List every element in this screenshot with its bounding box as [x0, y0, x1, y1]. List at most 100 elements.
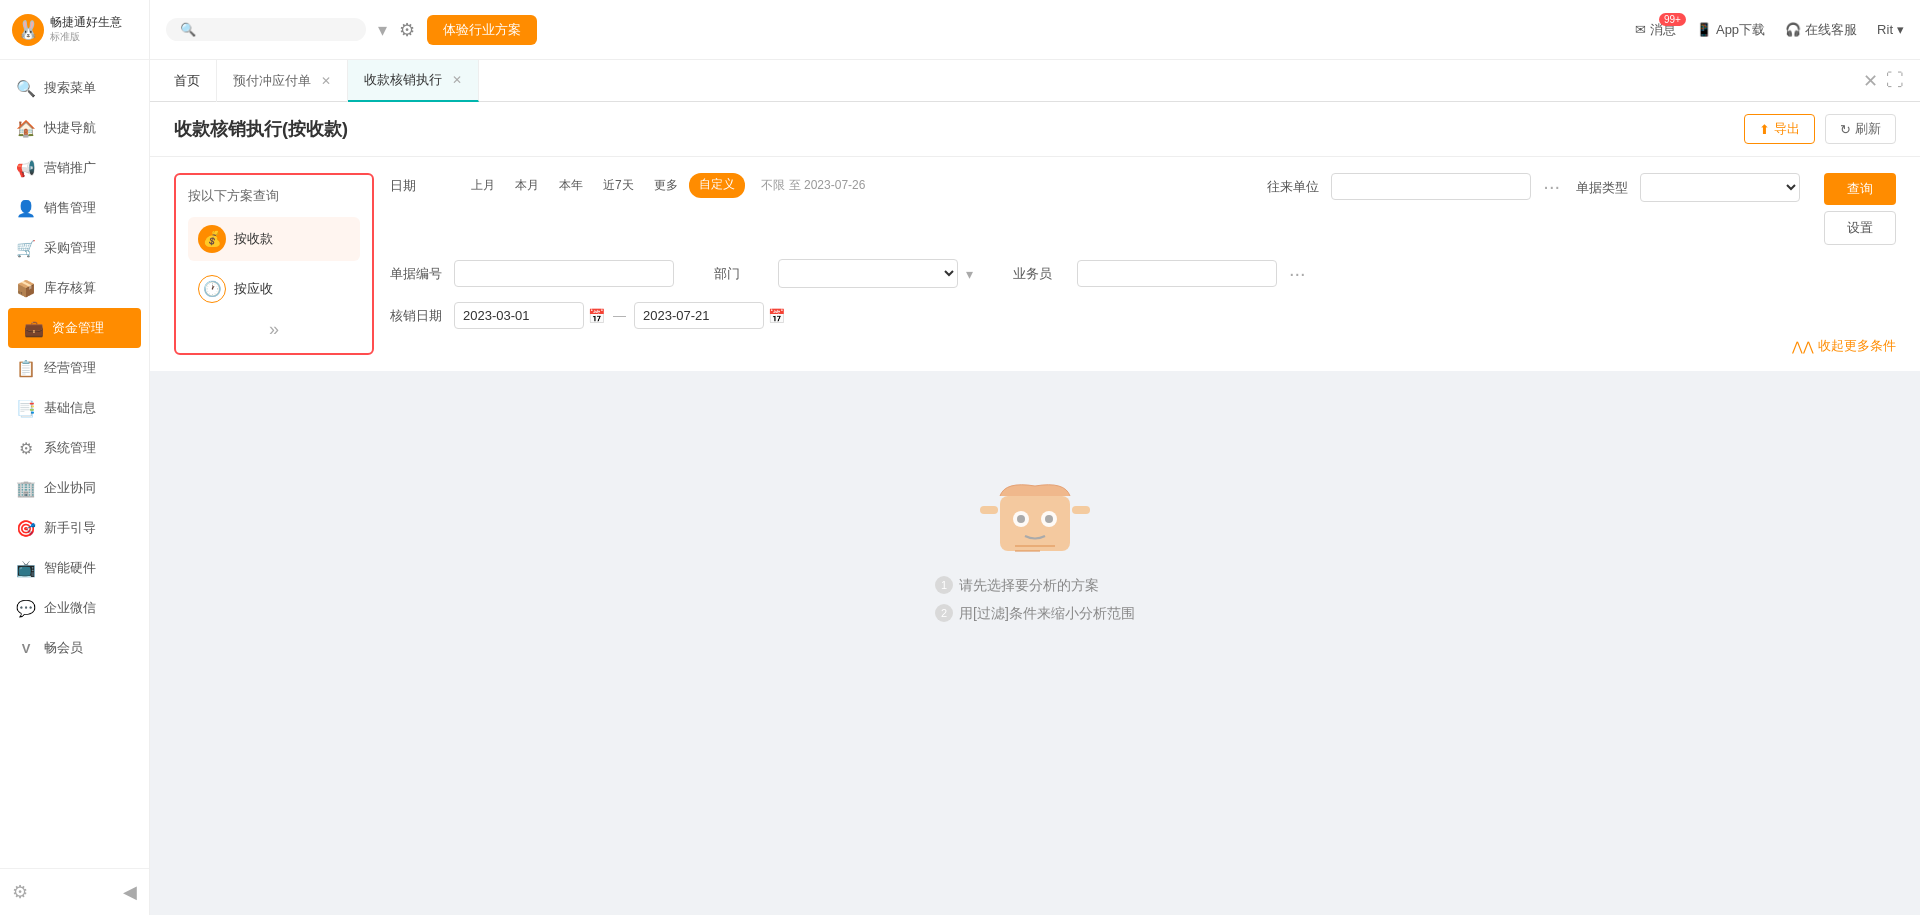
empty-tip-1: 1 请先选择要分析的方案 [935, 571, 1135, 599]
refresh-button[interactable]: ↻ 刷新 [1825, 114, 1896, 144]
tip-text-2: 用[过滤]条件来缩小分析范围 [959, 599, 1135, 627]
tab-collection[interactable]: 收款核销执行 ✕ [348, 60, 479, 102]
counterparty-input[interactable] [1331, 173, 1531, 200]
verify-date-end-input[interactable] [634, 302, 764, 329]
empty-state: 1 请先选择要分析的方案 2 用[过滤]条件来缩小分析范围 [150, 371, 1920, 707]
logo-icon: 🐰 [12, 14, 44, 46]
filter-option-by-payment[interactable]: 💰 按收款 [188, 217, 360, 261]
sidebar-item-label: 搜索菜单 [44, 79, 96, 97]
date-prev-month-btn[interactable]: 上月 [462, 173, 504, 198]
date-custom-btn[interactable]: 自定义 [689, 173, 745, 198]
tab-home[interactable]: 首页 [158, 60, 217, 102]
sidebar-item-label: 系统管理 [44, 439, 96, 457]
tab-close-icon[interactable]: ✕ [452, 73, 462, 87]
date-7days-btn[interactable]: 近7天 [594, 173, 643, 198]
sidebar-item-purchase[interactable]: 🛒 采购管理 [0, 228, 149, 268]
app-name: 畅捷通好生意 [50, 15, 122, 31]
collapse-filter-icon[interactable]: » [188, 319, 360, 340]
filter-option-payment-label: 按收款 [234, 230, 273, 248]
app-download-label: App下载 [1716, 21, 1765, 39]
dept-filter: 部门 ▾ [714, 259, 973, 288]
export-button[interactable]: ⬆ 导出 [1744, 114, 1815, 144]
dept-select[interactable] [778, 259, 958, 288]
sidebar-item-finance[interactable]: 💼 资金管理 [8, 308, 141, 348]
svg-point-4 [1045, 515, 1053, 523]
maximize-icon[interactable]: ⛶ [1886, 70, 1904, 91]
filter-option-by-receivable[interactable]: 🕐 按应收 [188, 267, 360, 311]
date-this-year-btn[interactable]: 本年 [550, 173, 592, 198]
staff-input[interactable] [1077, 260, 1277, 287]
receive-icon: 💰 [198, 225, 226, 253]
date-range-display: 不限 至 2023-07-26 [761, 177, 866, 194]
doc-type-select[interactable] [1640, 173, 1800, 202]
sidebar-item-hardware[interactable]: 📺 智能硬件 [0, 548, 149, 588]
sidebar-item-sales[interactable]: 👤 销售管理 [0, 188, 149, 228]
sidebar-item-quicknav[interactable]: 🏠 快捷导航 [0, 108, 149, 148]
topbar: 🔍 ▾ ⚙ 体验行业方案 ✉ 消息 99+ 📱 App下载 🎧 在线客服 Rit… [150, 0, 1920, 60]
search-icon: 🔍 [16, 78, 36, 98]
sidebar-item-guide[interactable]: 🎯 新手引导 [0, 508, 149, 548]
filter-left-title: 按以下方案查询 [188, 187, 360, 205]
sidebar: 🐰 畅捷通好生意 标准版 🔍 搜索菜单 🏠 快捷导航 📢 营销推广 👤 销售管理… [0, 0, 150, 915]
sidebar-item-operations[interactable]: 📋 经营管理 [0, 348, 149, 388]
online-service-button[interactable]: 🎧 在线客服 [1785, 21, 1857, 39]
setting-button[interactable]: 设置 [1824, 211, 1896, 245]
basic-info-icon: 📑 [16, 398, 36, 418]
collapse-sidebar-icon[interactable]: ◀ [123, 881, 137, 903]
message-button[interactable]: ✉ 消息 99+ [1635, 21, 1676, 39]
doc-type-filter: 单据类型 [1576, 173, 1800, 202]
tab-prepay[interactable]: 预付冲应付单 ✕ [217, 60, 348, 102]
home-icon: 🏠 [16, 118, 36, 138]
sidebar-item-label: 库存核算 [44, 279, 96, 297]
date-more-btn[interactable]: 更多 [645, 173, 687, 198]
topbar-search[interactable]: 🔍 [166, 18, 366, 41]
guide-icon: 🎯 [16, 518, 36, 538]
sidebar-item-wechat[interactable]: 💬 企业微信 [0, 588, 149, 628]
member-icon: V [16, 638, 36, 658]
sidebar-item-label: 营销推广 [44, 159, 96, 177]
counterparty-more-icon[interactable]: ··· [1543, 175, 1560, 198]
receivable-icon: 🕐 [198, 275, 226, 303]
staff-filter: 业务员 ··· [1013, 260, 1306, 287]
gear-icon[interactable]: ⚙ [399, 19, 415, 41]
dept-label: 部门 [714, 265, 770, 283]
counterparty-label: 往来单位 [1267, 178, 1323, 196]
sidebar-item-marketing[interactable]: 📢 营销推广 [0, 148, 149, 188]
tabbar: 首页 预付冲应付单 ✕ 收款核销执行 ✕ ✕ ⛶ [150, 60, 1920, 102]
calendar-end-icon[interactable]: 📅 [768, 308, 785, 324]
calendar-start-icon[interactable]: 📅 [588, 308, 605, 324]
app-download-button[interactable]: 📱 App下载 [1696, 21, 1765, 39]
tab-prepay-label: 预付冲应付单 [233, 72, 311, 90]
svg-rect-6 [1072, 506, 1090, 514]
inventory-icon: 📦 [16, 278, 36, 298]
sidebar-item-system[interactable]: ⚙ 系统管理 [0, 428, 149, 468]
query-button[interactable]: 查询 [1824, 173, 1896, 205]
query-buttons: 查询 设置 [1824, 173, 1896, 245]
headset-icon: 🎧 [1785, 22, 1801, 37]
date-this-month-btn[interactable]: 本月 [506, 173, 548, 198]
staff-more-icon[interactable]: ··· [1289, 262, 1306, 285]
close-tab-icon[interactable]: ✕ [1863, 70, 1878, 92]
doc-no-input[interactable] [454, 260, 674, 287]
sidebar-item-label: 新手引导 [44, 519, 96, 537]
verify-date-start-input[interactable] [454, 302, 584, 329]
chevron-down-icon: ▾ [1897, 22, 1904, 37]
sidebar-item-member[interactable]: V 畅会员 [0, 628, 149, 668]
industry-solution-button[interactable]: 体验行业方案 [427, 15, 537, 45]
tab-close-icon[interactable]: ✕ [321, 74, 331, 88]
collapse-more-button[interactable]: ⋀⋀ 收起更多条件 [1792, 337, 1896, 355]
sales-icon: 👤 [16, 198, 36, 218]
user-avatar[interactable]: Rit ▾ [1877, 22, 1904, 37]
dept-chevron-icon[interactable]: ▾ [966, 266, 973, 282]
verify-date-end-group: 📅 [634, 302, 785, 329]
verify-date-filter: 核销日期 📅 — 📅 [390, 302, 785, 329]
counterparty-filter: 往来单位 ··· [1267, 173, 1560, 200]
chevron-down-icon[interactable]: ▾ [378, 19, 387, 41]
sidebar-item-inventory[interactable]: 📦 库存核算 [0, 268, 149, 308]
collapse-btn-label: 收起更多条件 [1818, 337, 1896, 355]
sidebar-item-enterprise[interactable]: 🏢 企业协同 [0, 468, 149, 508]
sidebar-item-basic-info[interactable]: 📑 基础信息 [0, 388, 149, 428]
sidebar-bottom: ⚙ ◀ [0, 868, 149, 915]
sidebar-item-search[interactable]: 🔍 搜索菜单 [0, 68, 149, 108]
settings-bottom-icon[interactable]: ⚙ [12, 881, 28, 903]
